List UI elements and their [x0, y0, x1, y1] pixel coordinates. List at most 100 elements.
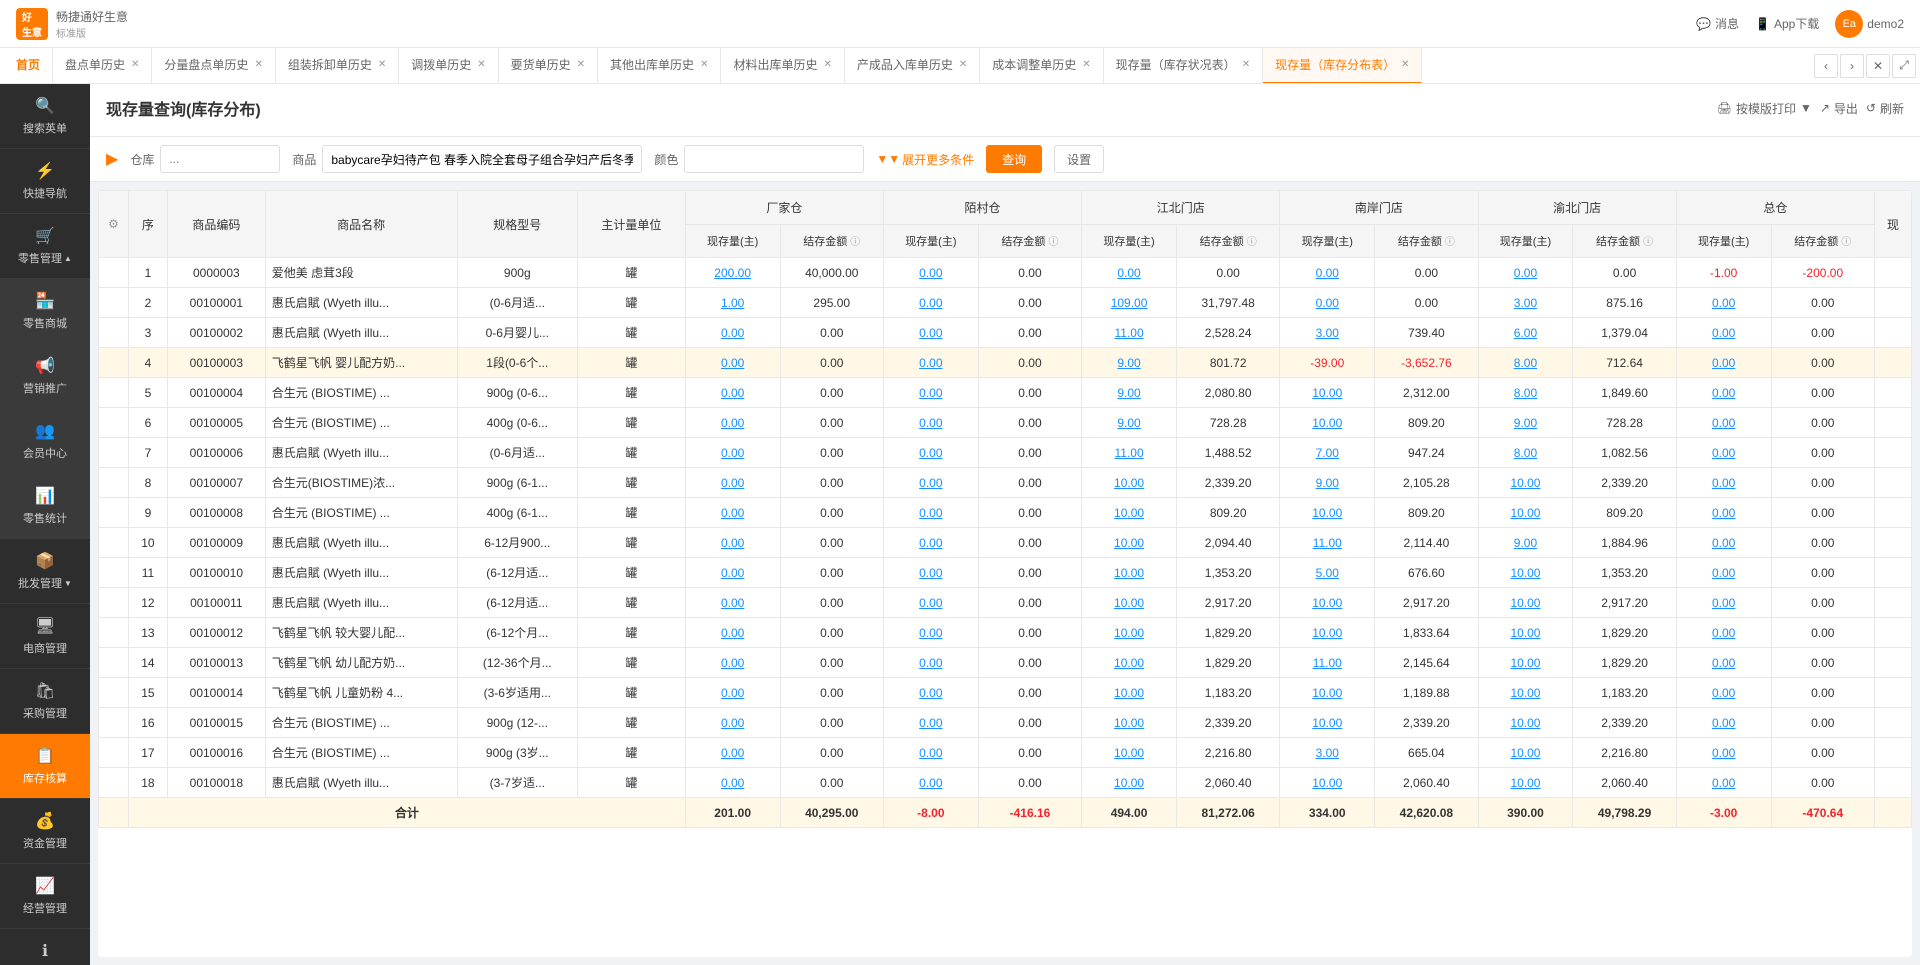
sidebar-item-wholesale[interactable]: 📦 批发管理 ▼ [0, 539, 90, 604]
nanan-qty-link[interactable]: 11.00 [1313, 536, 1342, 550]
jiangbei-qty-link[interactable]: 10.00 [1114, 596, 1144, 610]
sidebar-item-member[interactable]: 👥 会员中心 [0, 409, 90, 474]
search-button[interactable]: 查询 [986, 145, 1042, 173]
close-icon[interactable]: ✕ [131, 59, 139, 70]
total-qty-link[interactable]: 0.00 [1712, 476, 1735, 490]
close-icon[interactable]: ✕ [1082, 59, 1090, 70]
export-btn[interactable]: ↗ 导出 [1820, 100, 1858, 117]
nanan-qty-link[interactable]: 10.00 [1312, 416, 1342, 430]
sidebar-item-finance[interactable]: 💰 资金管理 [0, 799, 90, 864]
mucun-qty-link[interactable]: 0.00 [919, 626, 942, 640]
total-qty-link[interactable]: 0.00 [1712, 536, 1735, 550]
nanan-qty-link[interactable]: 3.00 [1316, 326, 1339, 340]
factory-qty-link[interactable]: 0.00 [721, 506, 744, 520]
factory-qty-link[interactable]: 0.00 [721, 476, 744, 490]
close-icon[interactable]: ✕ [959, 59, 967, 70]
sidebar-item-retail-stat[interactable]: 📊 零售统计 [0, 474, 90, 539]
factory-qty-link[interactable]: 0.00 [721, 596, 744, 610]
yubei-qty-link[interactable]: 10.00 [1510, 566, 1540, 580]
total-qty-link[interactable]: 0.00 [1712, 746, 1735, 760]
yubei-qty-link[interactable]: 6.00 [1514, 326, 1537, 340]
yubei-qty-link[interactable]: 10.00 [1510, 506, 1540, 520]
info-icon[interactable]: ⓘ [1048, 237, 1058, 248]
sidebar-item-purchase[interactable]: 🛍 采购管理 [0, 669, 90, 734]
warehouse-input[interactable] [160, 145, 280, 173]
tab-pandian[interactable]: 盘点单历史 ✕ [53, 48, 152, 84]
factory-qty-link[interactable]: 0.00 [721, 776, 744, 790]
nav-next[interactable]: › [1840, 54, 1864, 78]
product-input[interactable] [322, 145, 642, 173]
yubei-qty-link[interactable]: 10.00 [1510, 686, 1540, 700]
sidebar-item-search[interactable]: 🔍 搜索英单 [0, 84, 90, 149]
yubei-qty-link[interactable]: 10.00 [1510, 626, 1540, 640]
mucun-qty-link[interactable]: 0.00 [919, 746, 942, 760]
total-qty-link[interactable]: 0.00 [1712, 716, 1735, 730]
jiangbei-qty-link[interactable]: 10.00 [1114, 536, 1144, 550]
tab-qita[interactable]: 其他出库单历史 ✕ [598, 48, 721, 84]
factory-qty-link[interactable]: 0.00 [721, 416, 744, 430]
yubei-qty-link[interactable]: 10.00 [1510, 716, 1540, 730]
sidebar-item-ops[interactable]: 📈 经营管理 [0, 864, 90, 929]
yubei-qty-link[interactable]: 10.00 [1510, 776, 1540, 790]
yubei-qty-link[interactable]: 10.00 [1510, 476, 1540, 490]
expand-btn[interactable]: ▼▼ 展开更多条件 [876, 151, 974, 168]
table-container[interactable]: ⚙ 序 商品编码 商品名称 规格型号 主计量单位 厂家仓 陌村仓 江北门店 南岸… [98, 190, 1912, 957]
yubei-qty-link[interactable]: 10.00 [1510, 746, 1540, 760]
close-icon[interactable]: ✕ [477, 59, 485, 70]
mucun-qty-link[interactable]: 0.00 [919, 686, 942, 700]
nanan-qty-link[interactable]: 11.00 [1313, 656, 1342, 670]
nanan-qty-link[interactable]: 5.00 [1316, 566, 1339, 580]
nanan-qty-link[interactable]: 0.00 [1316, 266, 1339, 280]
total-qty-link[interactable]: 0.00 [1712, 626, 1735, 640]
factory-qty-link[interactable]: 0.00 [721, 566, 744, 580]
mucun-qty-link[interactable]: 0.00 [919, 326, 942, 340]
print-btn[interactable]: 🖨 按模版打印 ▼ [1717, 100, 1812, 117]
tab-xiancun-fen[interactable]: 现存量（库存分布表）✕ [1263, 48, 1422, 84]
nanan-qty-link[interactable]: 7.00 [1316, 446, 1339, 460]
mucun-qty-link[interactable]: 0.00 [919, 656, 942, 670]
total-qty-link[interactable]: 0.00 [1712, 686, 1735, 700]
yubei-qty-link[interactable]: 0.00 [1514, 266, 1537, 280]
jiangbei-qty-link[interactable]: 11.00 [1114, 446, 1143, 460]
factory-qty-link[interactable]: 0.00 [721, 446, 744, 460]
sidebar-item-marketing[interactable]: 📢 营销推广 [0, 344, 90, 409]
factory-qty-link[interactable]: 0.00 [721, 626, 744, 640]
yubei-qty-link[interactable]: 8.00 [1514, 386, 1537, 400]
factory-qty-link[interactable]: 0.00 [721, 386, 744, 400]
nanan-qty-link[interactable]: 10.00 [1312, 626, 1342, 640]
jiangbei-qty-link[interactable]: 10.00 [1114, 656, 1144, 670]
info-icon[interactable]: ⓘ [1643, 237, 1653, 248]
nanan-qty-link[interactable]: 10.00 [1312, 506, 1342, 520]
total-qty-link[interactable]: 0.00 [1712, 326, 1735, 340]
total-qty-link[interactable]: 0.00 [1712, 356, 1735, 370]
yubei-qty-link[interactable]: 8.00 [1514, 356, 1537, 370]
jiangbei-qty-link[interactable]: 10.00 [1114, 746, 1144, 760]
jiangbei-qty-link[interactable]: 10.00 [1114, 476, 1144, 490]
mucun-qty-link[interactable]: 0.00 [919, 356, 942, 370]
factory-qty-link[interactable]: 0.00 [721, 686, 744, 700]
yubei-qty-link[interactable]: 10.00 [1510, 656, 1540, 670]
close-icon[interactable]: ✕ [1401, 59, 1409, 70]
nanan-qty-link[interactable]: -39.00 [1310, 356, 1344, 370]
gear-icon[interactable]: ⚙ [108, 217, 119, 231]
info-icon[interactable]: ⓘ [1841, 237, 1851, 248]
mucun-qty-link[interactable]: 0.00 [919, 386, 942, 400]
mucun-qty-link[interactable]: 0.00 [919, 446, 942, 460]
jiangbei-qty-link[interactable]: 109.00 [1111, 296, 1148, 310]
jiangbei-qty-link[interactable]: 9.00 [1117, 356, 1140, 370]
mucun-qty-link[interactable]: 0.00 [919, 266, 942, 280]
info-icon[interactable]: ⓘ [850, 237, 860, 248]
tab-zuzhuang[interactable]: 组装拆卸单历史 ✕ [276, 48, 399, 84]
jiangbei-qty-link[interactable]: 9.00 [1117, 416, 1140, 430]
total-qty-link[interactable]: 0.00 [1712, 656, 1735, 670]
tab-yaohuo[interactable]: 要货单历史 ✕ [499, 48, 598, 84]
factory-qty-link[interactable]: 0.00 [721, 716, 744, 730]
yubei-qty-link[interactable]: 9.00 [1514, 536, 1537, 550]
tab-chengben[interactable]: 成本调整单历史 ✕ [980, 48, 1103, 84]
factory-qty-link[interactable]: 0.00 [721, 356, 744, 370]
nanan-qty-link[interactable]: 10.00 [1312, 716, 1342, 730]
mucun-qty-link[interactable]: 0.00 [919, 596, 942, 610]
nanan-qty-link[interactable]: 9.00 [1316, 476, 1339, 490]
tab-home[interactable]: 首页 [4, 48, 53, 84]
info-icon[interactable]: ⓘ [1445, 237, 1455, 248]
